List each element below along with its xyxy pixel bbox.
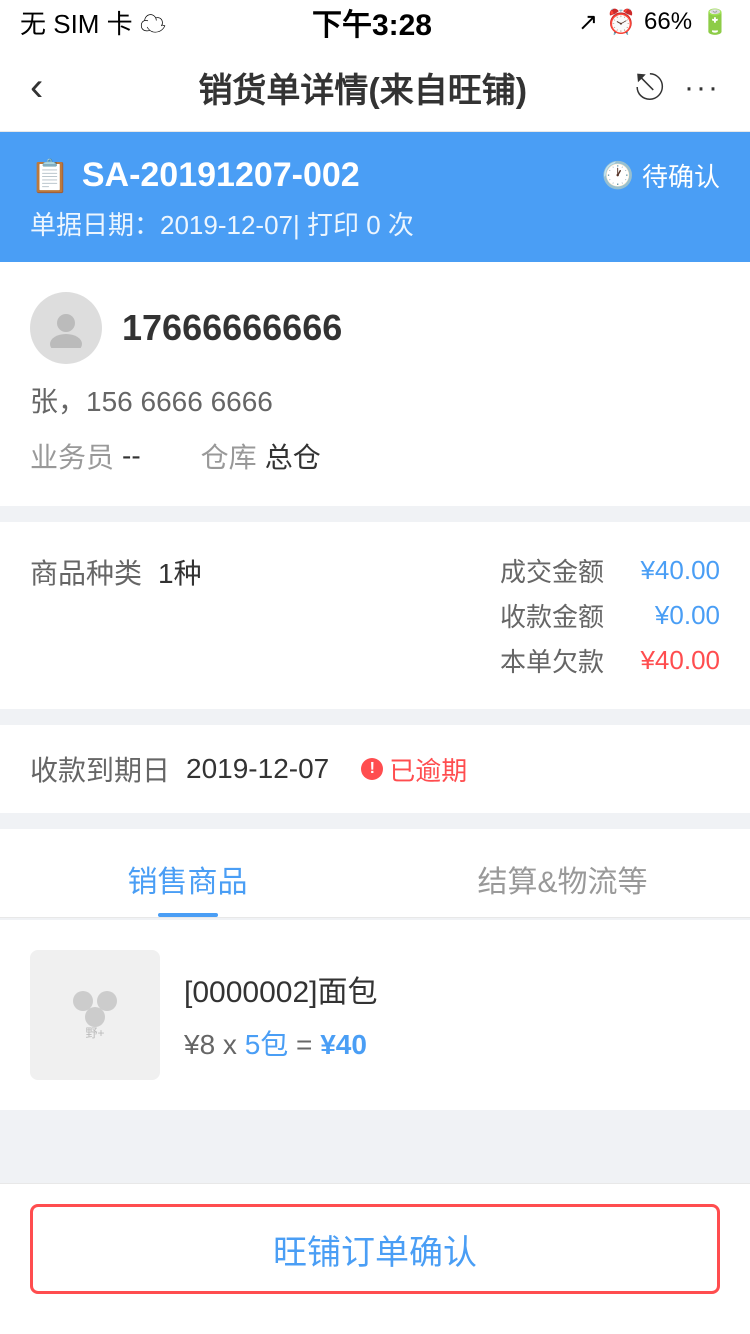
due-label: 收款到期日 — [30, 749, 170, 789]
product-info: [0000002]面包 ¥8 x 5包 = ¥40 — [184, 967, 720, 1063]
amount-value-2: ¥40.00 — [620, 645, 720, 676]
amount-row-2: 本单欠款 ¥40.00 — [500, 642, 720, 679]
confirm-button[interactable]: 旺铺订单确认 — [30, 1204, 720, 1294]
summary-card: 商品种类 1种 成交金额 ¥40.00 收款金额 ¥0.00 本单欠款 ¥40.… — [0, 522, 750, 709]
page-title: 销货单详情(来自旺铺) — [90, 63, 636, 112]
back-button[interactable]: ‹ — [30, 65, 90, 110]
category-value: 1种 — [158, 552, 202, 592]
battery-level: 66% — [644, 8, 692, 36]
alarm-icon: ⏰ — [606, 8, 636, 37]
product-section: 野+ [0000002]面包 ¥8 x 5包 = ¥40 — [0, 920, 750, 1110]
status-text: 待确认 — [642, 157, 720, 194]
tab-settlement[interactable]: 结算&物流等 — [375, 829, 750, 917]
customer-phone: 17666666666 — [122, 307, 342, 349]
status-bar: 无 SIM 卡 ☁ 下午3:28 ↗ ⏰ 66% 🔋 — [0, 0, 750, 44]
amount-value-0: ¥40.00 — [620, 555, 720, 586]
nav-bar: ‹ 销货单详情(来自旺铺) ⎋ ··· — [0, 44, 750, 132]
category-label: 商品种类 — [30, 552, 142, 592]
customer-avatar — [30, 292, 102, 364]
customer-meta: 业务员 -- 仓库 总仓 — [30, 436, 720, 476]
share-icon[interactable]: ⎋ — [636, 66, 664, 109]
warehouse-label: 仓库 — [201, 436, 257, 476]
product-price-row: ¥8 x 5包 = ¥40 — [184, 1023, 720, 1063]
tab-sales-label: 销售商品 — [128, 857, 248, 901]
amount-label-0: 成交金额 — [500, 552, 604, 589]
overdue-badge: ! 已逾期 — [361, 751, 467, 788]
svg-text:野+: 野+ — [85, 1026, 104, 1039]
product-price: ¥8 x — [184, 1029, 245, 1060]
product-row: 野+ [0000002]面包 ¥8 x 5包 = ¥40 — [30, 950, 720, 1080]
amount-row-0: 成交金额 ¥40.00 — [500, 552, 720, 589]
bottom-bar: 旺铺订单确认 — [0, 1183, 750, 1334]
order-header: 📋 SA-20191207-002 🕐 待确认 单据日期：2019-12-07|… — [0, 132, 750, 262]
amount-value-1: ¥0.00 — [620, 600, 720, 631]
tab-sales-underline — [158, 913, 218, 917]
product-equals: = — [288, 1029, 320, 1060]
sim-status: 无 SIM 卡 ☁ — [20, 4, 166, 41]
sales-value: -- — [122, 440, 141, 472]
overdue-text: 已逾期 — [389, 751, 467, 788]
product-logo-icon: 野+ — [55, 979, 135, 1051]
tab-sales[interactable]: 销售商品 — [0, 829, 375, 917]
status-time: 下午3:28 — [312, 0, 432, 44]
amount-label-2: 本单欠款 — [500, 642, 604, 679]
tabs-bar: 销售商品 结算&物流等 — [0, 829, 750, 918]
amount-label-1: 收款金额 — [500, 597, 604, 634]
nav-actions: ⎋ ··· — [636, 66, 720, 109]
amounts-section: 成交金额 ¥40.00 收款金额 ¥0.00 本单欠款 ¥40.00 — [500, 552, 720, 679]
customer-card: 17666666666 张，156 6666 6666 业务员 -- 仓库 总仓 — [0, 262, 750, 506]
location-icon: ↗ — [578, 8, 598, 37]
product-image: 野+ — [30, 950, 160, 1080]
order-date: 单据日期：2019-12-07| 打印 0 次 — [30, 205, 720, 242]
order-type-icon: 📋 — [30, 157, 70, 195]
order-id: SA-20191207-002 — [82, 156, 360, 195]
product-qty: 5包 — [245, 1029, 289, 1060]
order-status: 🕐 待确认 — [602, 157, 720, 194]
warehouse-value: 总仓 — [265, 436, 321, 476]
status-right: ↗ ⏰ 66% 🔋 — [578, 8, 730, 37]
status-left: 无 SIM 卡 ☁ — [20, 4, 166, 41]
amount-row-1: 收款金额 ¥0.00 — [500, 597, 720, 634]
product-total: ¥40 — [320, 1029, 367, 1060]
sales-label: 业务员 — [30, 436, 114, 476]
due-date-card: 收款到期日 2019-12-07 ! 已逾期 — [0, 725, 750, 813]
tab-settlement-label: 结算&物流等 — [477, 857, 647, 901]
customer-name-phone: 张，156 6666 6666 — [30, 380, 720, 420]
overdue-dot-icon: ! — [361, 758, 383, 780]
battery-icon: 🔋 — [700, 8, 730, 37]
clock-icon: 🕐 — [602, 160, 634, 191]
due-date: 2019-12-07 — [186, 753, 329, 785]
product-name: [0000002]面包 — [184, 967, 720, 1011]
more-icon[interactable]: ··· — [684, 71, 720, 105]
